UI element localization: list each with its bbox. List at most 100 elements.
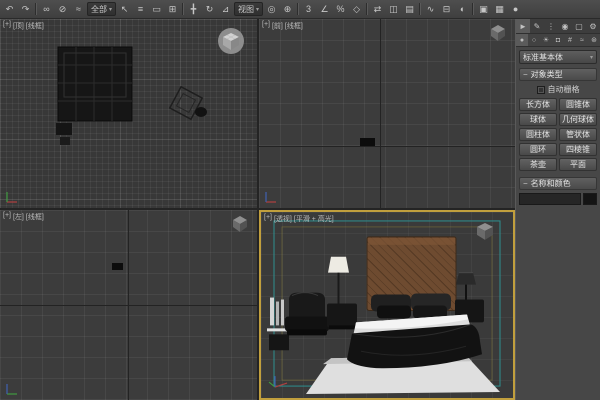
armchair[interactable] <box>285 292 329 336</box>
tab-display[interactable]: ▢ <box>572 19 586 33</box>
primitive-type-value: 标准基本体 <box>523 52 563 62</box>
align-icon[interactable]: ◫ <box>386 2 401 17</box>
perspective-scene <box>267 220 501 395</box>
material-editor-icon[interactable]: ◐ <box>455 2 470 17</box>
autogrid-label: 自动栅格 <box>547 85 580 94</box>
viewport-shading-menu[interactable]: [线框] <box>285 21 303 31</box>
toolbar-separator <box>472 3 475 15</box>
tab-modify[interactable]: ✎ <box>530 19 544 33</box>
select-object-icon[interactable]: ↖ <box>117 2 132 17</box>
toolbar-separator <box>366 3 369 15</box>
object-color-swatch[interactable] <box>583 193 597 205</box>
viewport-front[interactable]: [+] [前] [线框] <box>259 19 515 208</box>
window-crossing-icon[interactable]: ⊞ <box>165 2 180 17</box>
cylinder-button[interactable]: 圆柱体 <box>519 128 557 141</box>
mirror-icon[interactable]: ⇄ <box>370 2 385 17</box>
viewport-view-menu[interactable]: [左] <box>13 212 24 222</box>
pyramid-button[interactable]: 四棱锥 <box>559 143 597 156</box>
select-and-link-icon[interactable]: ∞ <box>39 2 54 17</box>
category-geometry-icon[interactable]: ● <box>516 34 528 46</box>
undo-icon[interactable]: ↶ <box>2 2 17 17</box>
selection-filter-dropdown[interactable]: 全部 ▾ <box>87 2 117 16</box>
autogrid-checkbox[interactable] <box>536 85 545 94</box>
unlink-selection-icon[interactable]: ⊘ <box>55 2 70 17</box>
redo-icon[interactable]: ↷ <box>18 2 33 17</box>
viewport-left[interactable]: [+] [左] [线框] <box>0 210 257 400</box>
bind-to-space-warp-icon[interactable]: ≈ <box>71 2 86 17</box>
cone-button[interactable]: 圆锥体 <box>559 98 597 111</box>
viewport-front-label: [+] [前] [线框] <box>262 21 303 31</box>
snaps-toggle-icon[interactable]: 3 <box>301 2 316 17</box>
select-by-name-icon[interactable]: ≡ <box>133 2 148 17</box>
rollout-name-color[interactable]: − 名称和颜色 <box>519 177 597 190</box>
viewport-shading-menu[interactable]: [平滑 + 高光] <box>294 214 334 224</box>
select-and-scale-icon[interactable]: ⊿ <box>218 2 233 17</box>
teapot-button[interactable]: 茶壶 <box>519 158 557 171</box>
curve-editor-icon[interactable]: ∿ <box>423 2 438 17</box>
viewport-top-label: [+] [顶] [线框] <box>3 21 44 31</box>
object-name-input[interactable] <box>519 193 581 205</box>
category-systems-icon[interactable]: ⊛ <box>588 34 600 46</box>
viewport-menu-plus[interactable]: [+] <box>264 214 272 224</box>
spinner-snap-icon[interactable]: ◇ <box>349 2 364 17</box>
primitive-buttons: 长方体 圆锥体 球体 几何球体 圆柱体 管状体 圆环 四棱锥 茶壶 平面 <box>516 96 600 175</box>
left-view-object[interactable] <box>112 263 123 270</box>
tab-create[interactable]: ► <box>516 19 530 33</box>
tab-utilities[interactable]: ⚙ <box>586 19 600 33</box>
layer-manager-icon[interactable]: ▤ <box>402 2 417 17</box>
viewport-view-menu[interactable]: [透视] <box>274 214 292 224</box>
viewport-menu-plus[interactable]: [+] <box>262 21 270 31</box>
axis-tripod <box>265 192 276 203</box>
geosphere-button[interactable]: 几何球体 <box>559 113 597 126</box>
select-and-rotate-icon[interactable]: ↻ <box>202 2 217 17</box>
autogrid-row: 自动栅格 <box>516 81 600 96</box>
left-nightstand-lamp[interactable] <box>327 256 357 330</box>
schematic-view-icon[interactable]: ⊟ <box>439 2 454 17</box>
collapse-icon: − <box>523 179 528 188</box>
right-nightstand-lamp[interactable] <box>455 272 484 323</box>
front-view-object[interactable] <box>360 138 375 146</box>
render-icon[interactable]: ● <box>508 2 523 17</box>
category-cameras-icon[interactable]: ◘ <box>552 34 564 46</box>
viewport-view-menu[interactable]: [顶] <box>13 21 24 31</box>
rollout-name-color-title: 名称和颜色 <box>530 179 571 188</box>
category-lights-icon[interactable]: ☀ <box>540 34 552 46</box>
viewcube[interactable] <box>217 27 245 55</box>
category-shapes-icon[interactable]: ○ <box>528 34 540 46</box>
render-setup-icon[interactable]: ▣ <box>476 2 491 17</box>
torus-button[interactable]: 圆环 <box>519 143 557 156</box>
category-helpers-icon[interactable]: # <box>564 34 576 46</box>
viewport-top[interactable]: [+] [顶] [线框] <box>0 19 257 208</box>
viewport-perspective[interactable]: [+] [透视] [平滑 + 高光] <box>259 210 515 400</box>
viewcube[interactable] <box>489 23 507 43</box>
reference-coordinate-value: 视图 <box>238 4 255 14</box>
box-button[interactable]: 长方体 <box>519 98 557 111</box>
angle-snap-icon[interactable]: ∠ <box>317 2 332 17</box>
viewcube[interactable] <box>477 222 493 240</box>
primitive-type-dropdown[interactable]: 标准基本体 ▾ <box>519 50 597 64</box>
command-panel-empty-area <box>516 208 600 400</box>
select-and-manipulate-icon[interactable]: ⊕ <box>280 2 295 17</box>
rectangular-selection-icon[interactable]: ▭ <box>149 2 164 17</box>
use-pivot-center-icon[interactable]: ◎ <box>264 2 279 17</box>
tab-motion[interactable]: ◉ <box>558 19 572 33</box>
rendered-frame-icon[interactable]: ▦ <box>492 2 507 17</box>
rollout-object-type-title: 对象类型 <box>530 70 563 79</box>
percent-snap-icon[interactable]: % <box>333 2 348 17</box>
viewport-menu-plus[interactable]: [+] <box>3 21 11 31</box>
axis-tripod <box>268 376 288 388</box>
category-spacewarps-icon[interactable]: ≈ <box>576 34 588 46</box>
viewport-menu-plus[interactable]: [+] <box>3 212 11 222</box>
rollout-object-type[interactable]: − 对象类型 <box>519 68 597 81</box>
plane-button[interactable]: 平面 <box>559 158 597 171</box>
reference-coordinate-dropdown[interactable]: 视图 ▾ <box>234 2 264 16</box>
ground-line <box>0 305 257 306</box>
viewport-shading-menu[interactable]: [线框] <box>26 212 44 222</box>
viewport-shading-menu[interactable]: [线框] <box>26 21 44 31</box>
tab-hierarchy[interactable]: ⋮ <box>544 19 558 33</box>
tube-button[interactable]: 管状体 <box>559 128 597 141</box>
select-and-move-icon[interactable]: ╋ <box>186 2 201 17</box>
sphere-button[interactable]: 球体 <box>519 113 557 126</box>
viewcube[interactable] <box>231 214 249 234</box>
viewport-view-menu[interactable]: [前] <box>272 21 283 31</box>
